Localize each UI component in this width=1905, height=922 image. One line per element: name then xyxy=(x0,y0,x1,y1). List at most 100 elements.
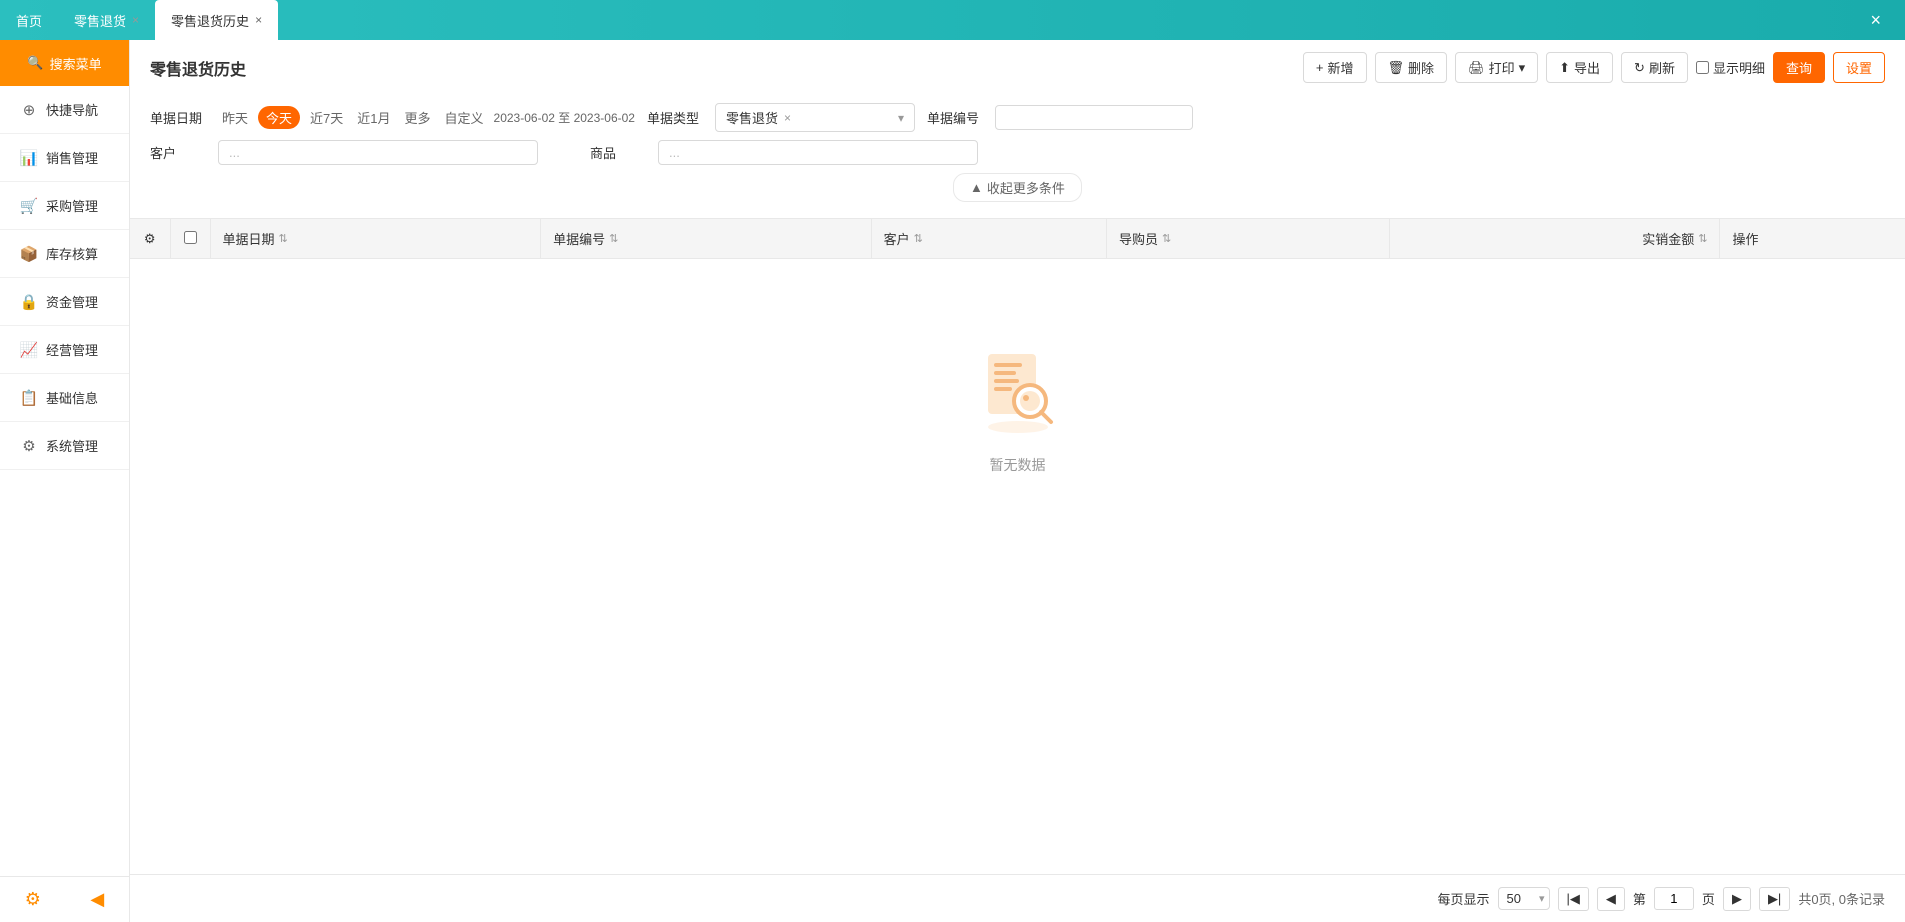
data-table: ⚙ 单据日期 ⇅ 单据编号 xyxy=(130,219,1905,555)
goods-filter-label: 商品 xyxy=(590,143,646,162)
table-header-row: ⚙ 单据日期 ⇅ 单据编号 xyxy=(130,219,1905,259)
date-shortcuts: 昨天 今天 近7天 近1月 更多 自定义 2023-06-02 至 2023-0… xyxy=(218,106,635,129)
sidebar-item-quick-nav-label: 快捷导航 xyxy=(46,100,98,119)
delete-label: 删除 xyxy=(1408,58,1434,77)
th-amount-label: 实销金额 xyxy=(1642,229,1694,248)
sidebar-item-operations[interactable]: 📈 经营管理 xyxy=(0,326,129,374)
show-detail-text: 显示明细 xyxy=(1713,58,1765,77)
last-page-button[interactable]: ▶| xyxy=(1759,887,1790,911)
sidebar-bottom: ⚙ ◀ xyxy=(0,876,129,922)
sidebar-item-basic-info[interactable]: 📋 基础信息 xyxy=(0,374,129,422)
sidebar-item-sales-mgmt-label: 销售管理 xyxy=(46,148,98,167)
print-button[interactable]: 🖨 打印 ▾ xyxy=(1455,52,1538,83)
shortcut-more[interactable]: 更多 xyxy=(401,106,435,129)
voucher-type-dropdown-icon[interactable]: ▾ xyxy=(898,111,904,125)
empty-state: 暂无数据 xyxy=(130,259,1905,555)
refresh-label: 刷新 xyxy=(1649,58,1675,77)
column-settings-icon[interactable]: ⚙ xyxy=(144,231,156,246)
sidebar-item-finance[interactable]: 🔒 资金管理 xyxy=(0,278,129,326)
show-detail-label[interactable]: 显示明细 xyxy=(1696,58,1765,77)
voucher-no-input[interactable] xyxy=(995,105,1193,130)
sidebar-item-purchase-mgmt-label: 采购管理 xyxy=(46,196,98,215)
page-title-row: 零售退货历史 + 新增 🗑 删除 🖨 打印 ▾ xyxy=(150,52,1885,83)
collapse-button[interactable]: ▲ 收起更多条件 xyxy=(953,173,1082,202)
shortcut-last-month[interactable]: 近1月 xyxy=(353,106,394,129)
settings-button[interactable]: 设置 xyxy=(1833,52,1885,83)
export-button[interactable]: ⬆ 导出 xyxy=(1546,52,1613,83)
shortcut-today[interactable]: 今天 xyxy=(258,106,300,129)
customer-selector[interactable]: ... xyxy=(218,140,538,165)
th-customer[interactable]: 客户 ⇅ xyxy=(871,219,1106,259)
collapse-label: 收起更多条件 xyxy=(987,178,1065,197)
page-size-select[interactable]: 50 10 20 100 xyxy=(1498,887,1550,910)
select-all-checkbox[interactable] xyxy=(184,231,197,244)
empty-icon xyxy=(968,339,1068,439)
tab-retail-return[interactable]: 零售退货 × xyxy=(58,0,155,40)
next-page-button[interactable]: ▶ xyxy=(1723,887,1751,911)
quick-nav-icon: ⊕ xyxy=(20,101,38,119)
query-button[interactable]: 查询 xyxy=(1773,52,1825,83)
th-guide[interactable]: 导购员 ⇅ xyxy=(1106,219,1389,259)
tab-retail-return-history[interactable]: 零售退货历史 × xyxy=(155,0,278,40)
th-voucher-no[interactable]: 单据编号 ⇅ xyxy=(541,219,872,259)
sidebar-item-system-mgmt-label: 系统管理 xyxy=(46,436,98,455)
th-date[interactable]: 单据日期 ⇅ xyxy=(210,219,541,259)
sidebar-item-purchase-mgmt[interactable]: 🛒 采购管理 xyxy=(0,182,129,230)
refresh-button[interactable]: ↻ 刷新 xyxy=(1621,52,1688,83)
tab-retail-return-close[interactable]: × xyxy=(132,13,139,27)
th-checkbox[interactable] xyxy=(170,219,210,259)
purchase-mgmt-icon: 🛒 xyxy=(20,197,38,215)
collapse-icon: ▲ xyxy=(970,180,983,195)
total-info: 共0页, 0条记录 xyxy=(1798,889,1885,908)
new-label: 新增 xyxy=(1328,58,1354,77)
th-action: 操作 xyxy=(1720,219,1905,259)
sidebar-item-sales-mgmt[interactable]: 📊 销售管理 xyxy=(0,134,129,182)
window-close-button[interactable]: × xyxy=(1862,10,1889,31)
shortcut-last7[interactable]: 近7天 xyxy=(306,106,347,129)
date-filter-label: 单据日期 xyxy=(150,108,206,127)
shortcut-yesterday[interactable]: 昨天 xyxy=(218,106,252,129)
voucher-type-selector[interactable]: 零售退货 × ▾ xyxy=(715,103,915,132)
sidebar-search-label: 搜索菜单 xyxy=(50,54,102,73)
amount-sort-icon: ⇅ xyxy=(1698,232,1707,245)
th-settings[interactable]: ⚙ xyxy=(130,219,170,259)
guide-sort-icon: ⇅ xyxy=(1162,232,1171,245)
finance-icon: 🔒 xyxy=(20,293,38,311)
page-suffix: 页 xyxy=(1702,889,1715,908)
new-button[interactable]: + 新增 xyxy=(1303,52,1367,83)
collapse-sidebar-icon[interactable]: ◀ xyxy=(90,889,104,910)
sales-mgmt-icon: 📊 xyxy=(20,149,38,167)
goods-placeholder: ... xyxy=(669,145,680,160)
shortcut-custom[interactable]: 自定义 xyxy=(441,106,488,129)
tab-home[interactable]: 首页 xyxy=(0,0,58,40)
first-page-button[interactable]: |◀ xyxy=(1558,887,1589,911)
tab-retail-return-history-close[interactable]: × xyxy=(255,13,262,27)
voucher-type-label: 单据类型 xyxy=(647,108,703,127)
delete-button[interactable]: 🗑 删除 xyxy=(1375,52,1448,83)
page-number-input[interactable]: 1 xyxy=(1654,887,1694,910)
tab-home-label: 首页 xyxy=(16,11,42,30)
print-icon: 🖨 xyxy=(1468,60,1485,76)
pagination-bar: 每页显示 50 10 20 100 |◀ ◀ 第 1 页 ▶ ▶| 共0页, 0… xyxy=(130,874,1905,922)
empty-text: 暂无数据 xyxy=(990,455,1046,475)
table-container: ⚙ 单据日期 ⇅ 单据编号 xyxy=(130,219,1905,874)
prev-page-button[interactable]: ◀ xyxy=(1597,887,1625,911)
operations-icon: 📈 xyxy=(20,341,38,359)
th-amount[interactable]: 实销金额 ⇅ xyxy=(1389,219,1720,259)
th-voucher-no-label: 单据编号 xyxy=(553,229,605,248)
sidebar-item-inventory-label: 库存核算 xyxy=(46,244,98,263)
settings-bottom-icon[interactable]: ⚙ xyxy=(25,889,41,910)
basic-info-icon: 📋 xyxy=(20,389,38,407)
th-customer-label: 客户 xyxy=(884,229,910,248)
voucher-no-label: 单据编号 xyxy=(927,108,983,127)
table-body: 暂无数据 xyxy=(130,259,1905,556)
sidebar-search[interactable]: 🔍 搜索菜单 xyxy=(0,40,129,86)
show-detail-checkbox[interactable] xyxy=(1696,61,1709,74)
sidebar-item-quick-nav[interactable]: ⊕ 快捷导航 xyxy=(0,86,129,134)
sidebar-menu: ⊕ 快捷导航 📊 销售管理 🛒 采购管理 📦 库存核算 🔒 资金管理 📈 xyxy=(0,86,129,876)
sidebar-item-inventory[interactable]: 📦 库存核算 xyxy=(0,230,129,278)
sidebar-item-system-mgmt[interactable]: ⚙ 系统管理 xyxy=(0,422,129,470)
goods-selector[interactable]: ... xyxy=(658,140,978,165)
th-date-label: 单据日期 xyxy=(223,229,275,248)
voucher-type-clear-icon[interactable]: × xyxy=(784,111,791,125)
